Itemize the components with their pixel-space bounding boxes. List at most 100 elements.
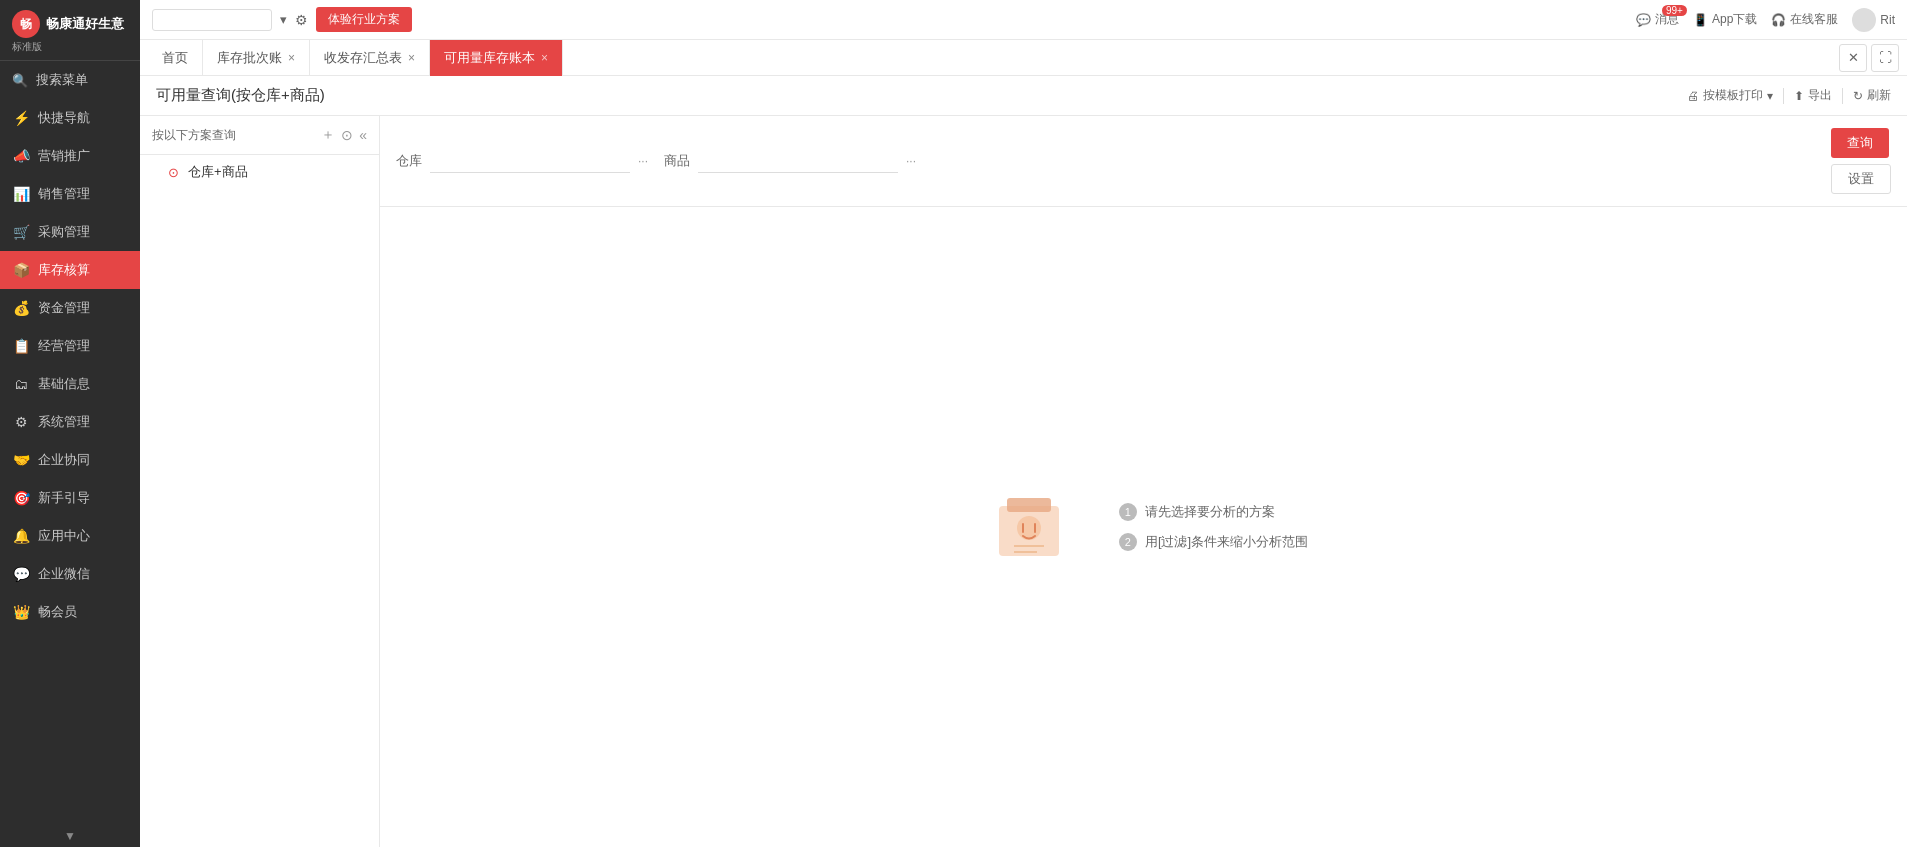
sidebar-item-label: 资金管理 (38, 299, 90, 317)
sidebar-item-label: 新手引导 (38, 489, 90, 507)
main-content: ▾ ⚙ 体验行业方案 💬 消息 99+ 📱 App下载 🎧 在线客服 Rit (140, 0, 1907, 847)
warehouse-input[interactable] (430, 149, 630, 173)
product-field: 商品 ··· (664, 149, 916, 173)
tab-available[interactable]: 可用量库存账本 × (430, 40, 563, 76)
purchase-icon: 🛒 (12, 223, 30, 241)
phone-icon: 📱 (1693, 13, 1708, 27)
tab-summary-close[interactable]: × (408, 51, 415, 65)
product-input[interactable] (698, 149, 898, 173)
export-btn[interactable]: ⬆ 导出 (1794, 87, 1832, 104)
sidebar-item-marketing[interactable]: 📣 营销推广 (0, 137, 140, 175)
message-icon: 💬 (1636, 13, 1651, 27)
system-icon: ⚙ (12, 413, 30, 431)
wechat-icon: 💬 (12, 565, 30, 583)
add-filter-btn[interactable]: ＋ (321, 126, 335, 144)
search-input[interactable] (152, 9, 272, 31)
sidebar-item-finance[interactable]: 💰 资金管理 (0, 289, 140, 327)
tab-batch-label: 库存批次账 (217, 49, 282, 67)
dropdown-icon[interactable]: ▾ (280, 12, 287, 27)
tab-available-label: 可用量库存账本 (444, 49, 535, 67)
sidebar-item-system[interactable]: ⚙ 系统管理 (0, 403, 140, 441)
sidebar-item-label: 应用中心 (38, 527, 90, 545)
tab-home[interactable]: 首页 (148, 40, 203, 76)
sidebar-item-wechat[interactable]: 💬 企业微信 (0, 555, 140, 593)
sidebar-item-label: 经营管理 (38, 337, 90, 355)
sidebar-item-apps[interactable]: 🔔 应用中心 (0, 517, 140, 555)
user-menu[interactable]: Rit (1852, 8, 1895, 32)
sidebar-item-member[interactable]: 👑 畅会员 (0, 593, 140, 631)
divider (1783, 88, 1784, 104)
warehouse-more-btn[interactable]: ··· (638, 154, 648, 168)
finance-icon: 💰 (12, 299, 30, 317)
print-label: 按模板打印 (1703, 87, 1763, 104)
search-menu[interactable]: 🔍 搜索菜单 (0, 61, 140, 99)
filter-item-label: 仓库+商品 (188, 163, 248, 181)
app-label: App下载 (1712, 11, 1757, 28)
export-icon: ⬆ (1794, 89, 1804, 103)
tab-summary-label: 收发存汇总表 (324, 49, 402, 67)
query-area: 仓库 ··· 商品 ··· 查询 设置 (380, 116, 1907, 847)
tab-available-close[interactable]: × (541, 51, 548, 65)
fullscreen-btn[interactable]: ⛶ (1871, 44, 1899, 72)
sidebar-item-sales[interactable]: 📊 销售管理 (0, 175, 140, 213)
filter-title: 按以下方案查询 (152, 127, 236, 144)
enterprise-icon: 🤝 (12, 451, 30, 469)
sidebar-item-operation[interactable]: 📋 经营管理 (0, 327, 140, 365)
product-label: 商品 (664, 152, 690, 170)
user-name: Rit (1880, 13, 1895, 27)
refresh-label: 刷新 (1867, 87, 1891, 104)
sidebar-item-label: 销售管理 (38, 185, 90, 203)
apps-icon: 🔔 (12, 527, 30, 545)
settings-button[interactable]: 设置 (1831, 164, 1891, 194)
query-button[interactable]: 查询 (1831, 128, 1889, 158)
print-dropdown-icon: ▾ (1767, 89, 1773, 103)
tabs-bar: 首页 库存批次账 × 收发存汇总表 × 可用量库存账本 × ✕ ⛶ (140, 40, 1907, 76)
product-more-btn[interactable]: ··· (906, 154, 916, 168)
close-tab-btn[interactable]: ✕ (1839, 44, 1867, 72)
sidebar-item-label: 采购管理 (38, 223, 90, 241)
sidebar-item-label: 快捷导航 (38, 109, 90, 127)
empty-tips: 1 请先选择要分析的方案 2 用[过滤]条件来缩小分析范围 (1119, 503, 1308, 551)
avatar (1852, 8, 1876, 32)
warehouse-label: 仓库 (396, 152, 422, 170)
tab-summary[interactable]: 收发存汇总表 × (310, 40, 430, 76)
member-icon: 👑 (12, 603, 30, 621)
marketing-icon: 📣 (12, 147, 30, 165)
message-btn[interactable]: 💬 消息 99+ (1636, 11, 1679, 28)
tab-batch-close[interactable]: × (288, 51, 295, 65)
filter-header: 按以下方案查询 ＋ ⊙ « (140, 116, 379, 155)
sidebar-item-inventory[interactable]: 📦 库存核算 (0, 251, 140, 289)
sidebar-item-purchase[interactable]: 🛒 采购管理 (0, 213, 140, 251)
app-download-btn[interactable]: 📱 App下载 (1693, 11, 1757, 28)
logo-text: 畅康通好生意 (46, 15, 124, 33)
content-area: 按以下方案查询 ＋ ⊙ « ⊙ 仓库+商品 仓库 ··· (140, 116, 1907, 847)
guide-icon: 🎯 (12, 489, 30, 507)
service-btn[interactable]: 🎧 在线客服 (1771, 11, 1838, 28)
filter-item-icon: ⊙ (164, 163, 182, 181)
collapse-filter-btn[interactable]: « (359, 127, 367, 143)
headset-icon: 🎧 (1771, 13, 1786, 27)
sidebar-item-label: 库存核算 (38, 261, 90, 279)
sidebar: 畅 畅康通好生意 标准版 🔍 搜索菜单 ⚡ 快捷导航 📣 营销推广 📊 销售管理… (0, 0, 140, 847)
query-conditions: 仓库 ··· 商品 ··· 查询 设置 (380, 116, 1907, 207)
sales-icon: 📊 (12, 185, 30, 203)
filter-item-warehouse-product[interactable]: ⊙ 仓库+商品 (140, 155, 379, 189)
sidebar-item-guide[interactable]: 🎯 新手引导 (0, 479, 140, 517)
svg-rect-1 (1007, 498, 1051, 512)
trial-btn[interactable]: 体验行业方案 (316, 7, 412, 32)
scroll-down-btn[interactable]: ▼ (0, 825, 140, 847)
tab-batch[interactable]: 库存批次账 × (203, 40, 310, 76)
chevron-down-icon: ▼ (64, 829, 76, 843)
sidebar-nav: ⚡ 快捷导航 📣 营销推广 📊 销售管理 🛒 采购管理 📦 库存核算 💰 资金管… (0, 99, 140, 825)
shortcut-icon: ⚡ (12, 109, 30, 127)
sidebar-item-enterprise[interactable]: 🤝 企业协同 (0, 441, 140, 479)
sidebar-item-shortcut[interactable]: ⚡ 快捷导航 (0, 99, 140, 137)
gear-icon[interactable]: ⚙ (295, 12, 308, 28)
sidebar-item-basic[interactable]: 🗂 基础信息 (0, 365, 140, 403)
search-icon: 🔍 (12, 73, 28, 88)
tip-text-2: 用[过滤]条件来缩小分析范围 (1145, 533, 1308, 551)
print-btn[interactable]: 🖨 按模板打印 ▾ (1687, 87, 1773, 104)
sidebar-header: 畅 畅康通好生意 标准版 (0, 0, 140, 61)
settings-filter-btn[interactable]: ⊙ (341, 127, 353, 143)
refresh-btn[interactable]: ↻ 刷新 (1853, 87, 1891, 104)
